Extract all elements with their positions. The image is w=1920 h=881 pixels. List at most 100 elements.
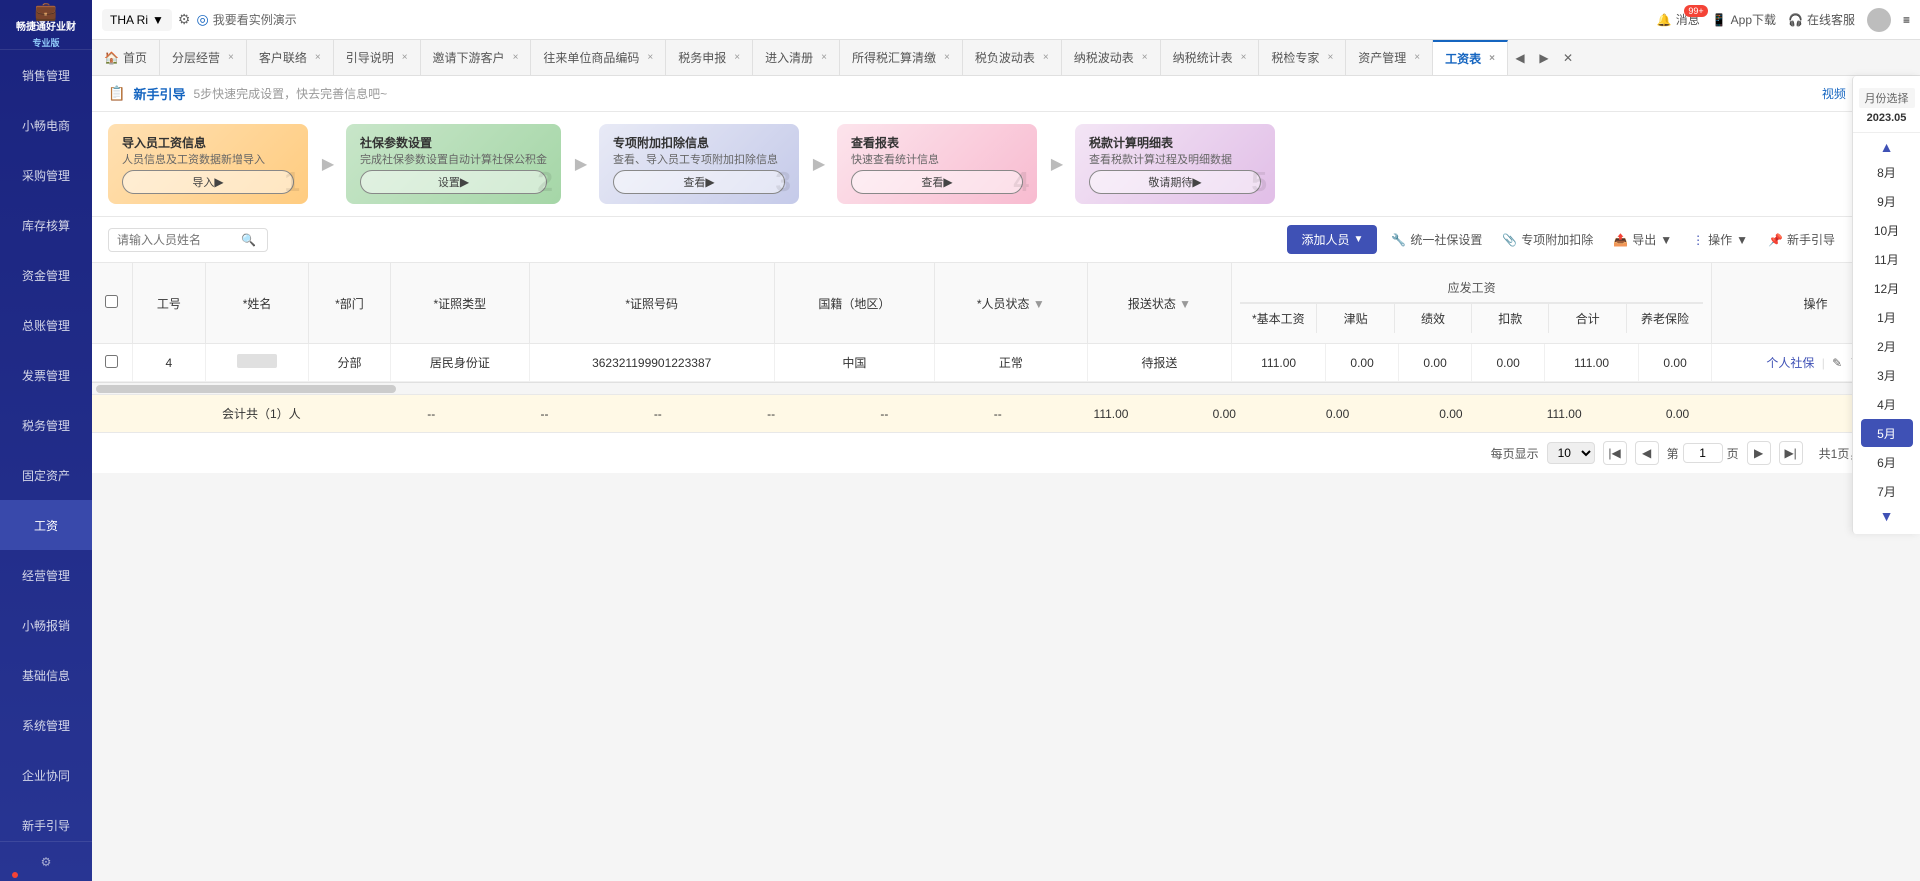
sidebar-item-发票管理[interactable]: 发票管理 [0,350,92,400]
scroll-thumb[interactable] [96,385,396,393]
tab-close-icon[interactable]: × [1142,52,1148,63]
month-item-3月[interactable]: 3月 [1861,361,1913,389]
row-checkbox[interactable] [105,355,118,368]
sidebar-item-企业协同[interactable]: 企业协同 [0,750,92,800]
nav-close-all-button[interactable]: ✕ [1556,40,1580,76]
month-item-8月[interactable]: 8月 [1861,158,1913,186]
row-report-status: 待报送 [1087,344,1231,382]
tab-close-icon[interactable]: × [402,52,408,63]
app-download-button[interactable]: 📱 App下载 [1712,11,1776,28]
user-menu-icon[interactable]: ≡ [1903,13,1910,27]
month-item-5月[interactable]: 5月 [1861,419,1913,447]
tab-close-icon[interactable]: × [1241,52,1247,63]
new-guide-button[interactable]: 📌 新手引导 [1762,227,1841,252]
step-btn-1[interactable]: 导入▶ [122,170,294,194]
horizontal-scrollbar[interactable] [92,382,1920,394]
nav-tab-1[interactable]: 客户联络× [247,40,334,76]
sidebar-item-资金管理[interactable]: 资金管理 [0,250,92,300]
tab-close-icon[interactable]: × [1414,52,1420,63]
sidebar-item-采购管理[interactable]: 采购管理 [0,150,92,200]
tab-close-icon[interactable]: × [1327,52,1333,63]
last-page-button[interactable]: ▶| [1779,441,1803,465]
tab-close-icon[interactable]: × [944,52,950,63]
nav-tab-8[interactable]: 税负波动表× [963,40,1062,76]
month-scroll-up-button[interactable]: ▲ [1875,137,1899,157]
month-item-7月[interactable]: 7月 [1861,477,1913,505]
edit-icon[interactable]: ✎ [1832,356,1842,370]
month-scroll-down-button[interactable]: ▼ [1875,506,1899,526]
nav-tab-13[interactable]: 工资表× [1433,40,1508,76]
next-page-button[interactable]: ▶ [1747,441,1771,465]
sidebar-item-销售管理[interactable]: 销售管理 [0,50,92,100]
tab-close-icon[interactable]: × [647,52,653,63]
month-item-6月[interactable]: 6月 [1861,448,1913,476]
nav-tab-10[interactable]: 纳税统计表× [1161,40,1260,76]
tab-close-icon[interactable]: × [821,52,827,63]
report-filter-icon[interactable]: ▼ [1179,297,1191,311]
operation-button[interactable]: ⋮ 操作 ▼ [1686,227,1754,252]
sidebar-item-工资[interactable]: 工资 [0,500,92,550]
online-service-button[interactable]: 🎧 在线客服 [1788,11,1855,28]
guide-video-button[interactable]: 视频 [1822,85,1846,102]
sidebar-item-基础信息[interactable]: 基础信息 [0,650,92,700]
select-all-checkbox[interactable] [105,295,118,308]
demo-button[interactable]: ◎ 我要看实例演示 [196,11,296,28]
step-btn-2[interactable]: 设置▶ [360,170,547,194]
tab-close-icon[interactable]: × [1043,52,1049,63]
sidebar-item-系统管理[interactable]: 系统管理 [0,700,92,750]
first-page-button[interactable]: |◀ [1603,441,1627,465]
tab-close-icon[interactable]: × [1489,53,1495,64]
special-deduction-button[interactable]: 📎 专项附加扣除 [1496,227,1599,252]
tab-close-icon[interactable]: × [734,52,740,63]
prev-page-button[interactable]: ◀ [1635,441,1659,465]
filter-icon[interactable]: ▼ [1033,297,1045,311]
month-item-4月[interactable]: 4月 [1861,390,1913,418]
step-btn-4[interactable]: 查看▶ [851,170,1023,194]
step-btn-5[interactable]: 敬请期待▶ [1089,170,1261,194]
sidebar-item-税务管理[interactable]: 税务管理 [0,400,92,450]
month-item-11月[interactable]: 11月 [1861,245,1913,273]
nav-tab-5[interactable]: 税务申报× [666,40,753,76]
personal-insurance-link[interactable]: 个人社保 [1766,356,1814,370]
tab-home[interactable]: 🏠 首页 [92,40,160,76]
topbar-gear-button[interactable]: ⚙ [178,11,191,28]
nav-tab-3[interactable]: 邀请下游客户× [421,40,532,76]
search-input[interactable] [117,233,237,247]
export-button[interactable]: 📤 导出 ▼ [1607,227,1678,252]
sidebar-item-库存核算[interactable]: 库存核算 [0,200,92,250]
sidebar-item-固定资产[interactable]: 固定资产 [0,450,92,500]
tab-label: 所得税汇算清缴 [852,49,936,66]
sidebar-item-小畅报销[interactable]: 小畅报销 [0,600,92,650]
month-item-10月[interactable]: 10月 [1861,216,1913,244]
company-selector[interactable]: THA Ri ▼ [102,9,172,31]
month-item-9月[interactable]: 9月 [1861,187,1913,215]
sidebar-item-经营管理[interactable]: 经营管理 [0,550,92,600]
per-page-select[interactable]: 10 20 50 [1547,442,1595,464]
tab-close-icon[interactable]: × [315,52,321,63]
tab-label: 税检专家 [1271,49,1319,66]
nav-tab-2[interactable]: 引导说明× [334,40,421,76]
month-item-2月[interactable]: 2月 [1861,332,1913,360]
add-person-button[interactable]: 添加人员 ▼ [1287,225,1377,254]
tab-close-icon[interactable]: × [513,52,519,63]
nav-tab-6[interactable]: 进入清册× [753,40,840,76]
user-avatar[interactable] [1867,8,1891,32]
nav-tab-0[interactable]: 分层经营× [160,40,247,76]
nav-tab-7[interactable]: 所得税汇算清缴 × [840,40,963,76]
nav-tab-11[interactable]: 税检专家 × [1259,40,1346,76]
sidebar-item-新手引导[interactable]: 新手引导 [0,800,92,841]
nav-tab-9[interactable]: 纳税波动表× [1062,40,1161,76]
page-number-input[interactable] [1683,443,1723,463]
step-btn-3[interactable]: 查看▶ [613,170,785,194]
sidebar-item-总账管理[interactable]: 总账管理 [0,300,92,350]
tab-close-icon[interactable]: × [228,52,234,63]
nav-tab-12[interactable]: 资产管理× [1346,40,1433,76]
nav-tab-4[interactable]: 往来单位商品编码× [531,40,666,76]
unified-setting-button[interactable]: 🔧 统一社保设置 [1385,227,1488,252]
message-button[interactable]: 🔔 消息 99+ [1657,11,1700,28]
sidebar-item-小畅电商[interactable]: 小畅电商 [0,100,92,150]
nav-prev-button[interactable]: ◀ [1508,40,1532,76]
month-item-12月[interactable]: 12月 [1861,274,1913,302]
nav-next-button[interactable]: ▶ [1532,40,1556,76]
month-item-1月[interactable]: 1月 [1861,303,1913,331]
